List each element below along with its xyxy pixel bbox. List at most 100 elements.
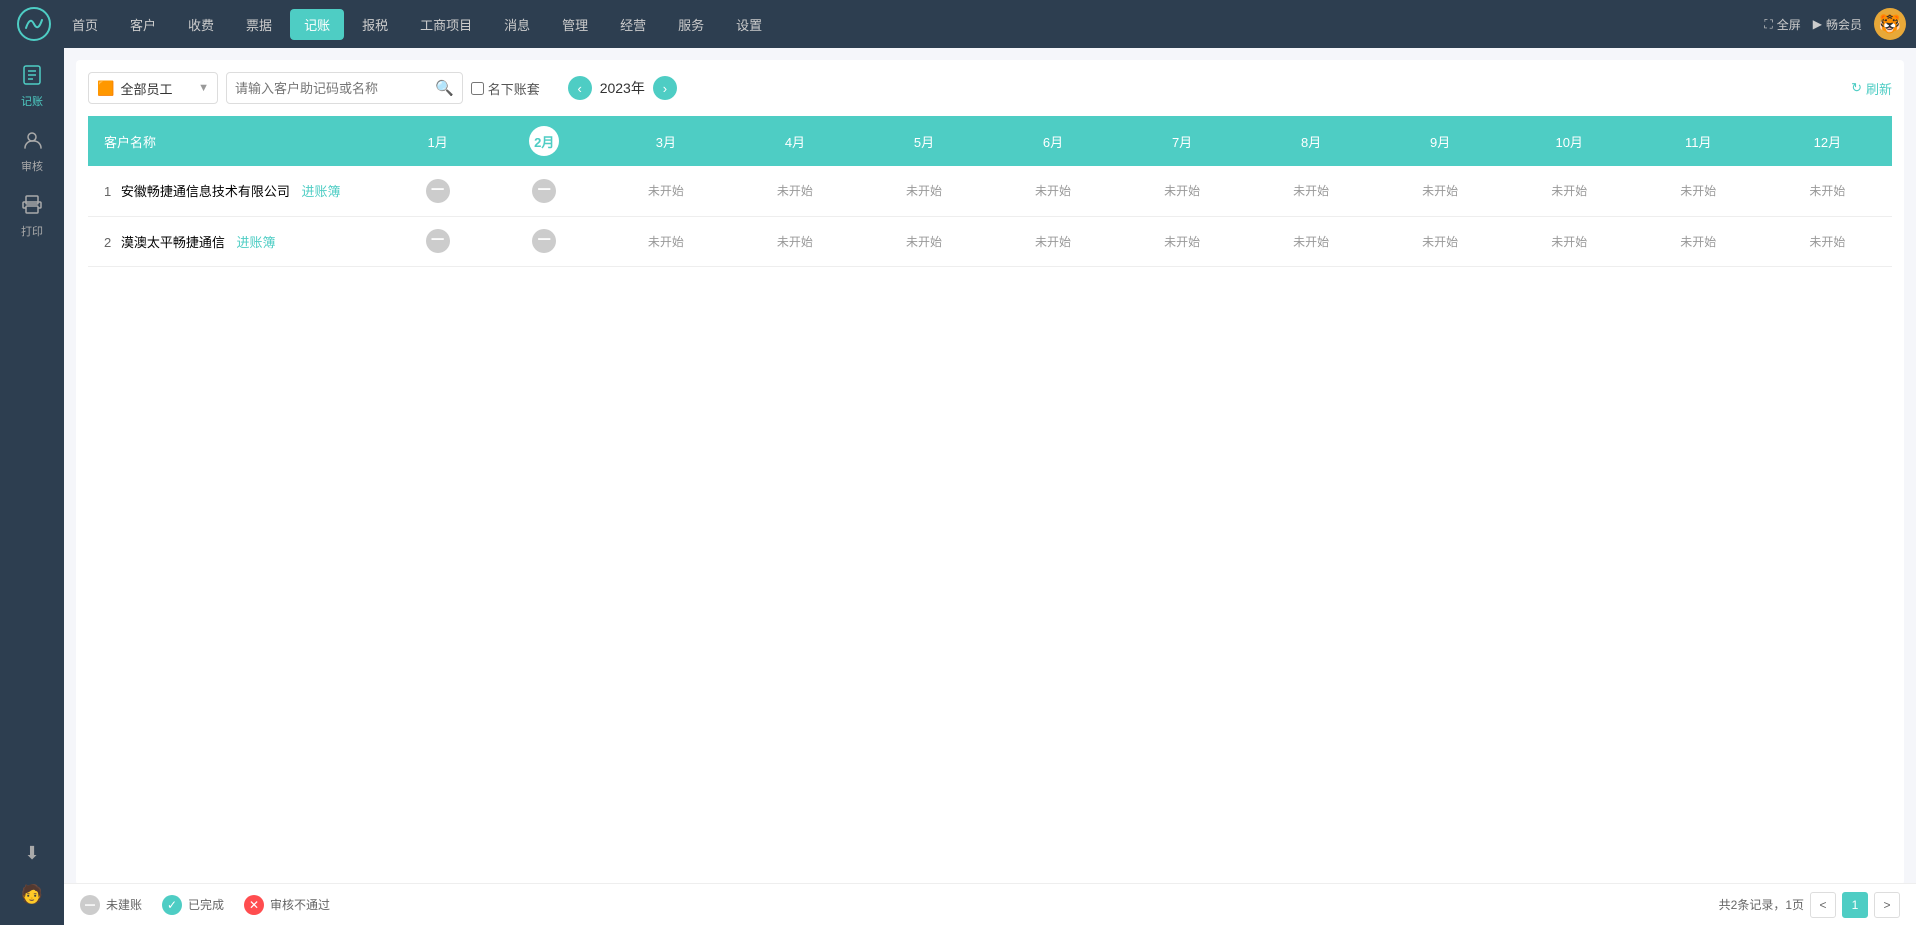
nav-service[interactable]: 服务 [664,9,718,40]
nav-tax[interactable]: 报税 [348,9,402,40]
nav-settings[interactable]: 设置 [722,9,776,40]
row2-oct-status: 未开始 [1551,235,1587,249]
user-avatar[interactable]: 🐯 [1874,8,1906,40]
nav-collection[interactable]: 收费 [174,9,228,40]
legend-completed-label: 已完成 [188,896,224,913]
row1-mar: 未开始 [601,166,730,216]
search-box: 🔍 [226,72,463,104]
fullscreen-icon: ⛶ [1764,17,1772,32]
sidebar-item-accounting[interactable]: 记账 [4,56,60,117]
legend-completed: ✓ 已完成 [162,895,224,915]
col-header-oct: 10月 [1505,116,1634,166]
row2-company-name: 漠澳太平畅捷通信 [121,235,225,250]
nav-operation[interactable]: 经营 [606,9,660,40]
nav-home[interactable]: 首页 [58,9,112,40]
nav-accounting[interactable]: 记账 [290,9,344,40]
nav-items: 首页 客户 收费 票据 记账 报税 工商项目 消息 管理 经营 服务 设置 [58,9,1764,40]
row2-jun-status: 未开始 [1035,235,1071,249]
total-records-text: 共2条记录，1页 [1719,896,1804,913]
row2-may: 未开始 [859,216,988,266]
row2-apr: 未开始 [730,216,859,266]
audit-icon [21,129,43,154]
row1-jun-status: 未开始 [1035,184,1071,198]
vip-button[interactable]: ▶ 畅会员 [1813,16,1862,33]
col-header-may: 5月 [859,116,988,166]
sidebar-support[interactable]: 🧑 [4,876,60,913]
nav-customer[interactable]: 客户 [116,9,170,40]
next-page-button[interactable]: > [1874,892,1900,918]
toolbar: 🟧 全部员工 ▼ 🔍 名下账套 ‹ 2023年 › [88,72,1892,104]
row2-mar: 未开始 [601,216,730,266]
sidebar-item-audit[interactable]: 审核 [4,121,60,182]
col-header-nov: 11月 [1634,116,1763,166]
row1-nov: 未开始 [1634,166,1763,216]
row2-aug: 未开始 [1247,216,1376,266]
employee-select[interactable]: 🟧 全部员工 ▼ [88,72,218,104]
row1-aug: 未开始 [1247,166,1376,216]
print-icon [21,194,43,219]
row2-dec: 未开始 [1763,216,1892,266]
checkbox-label[interactable]: 名下账套 [471,79,540,98]
search-input[interactable] [227,77,427,100]
row2-nov-status: 未开始 [1680,235,1716,249]
col-header-jan: 1月 [388,116,487,166]
content-area: 🟧 全部员工 ▼ 🔍 名下账套 ‹ 2023年 › [64,48,1916,925]
row2-sep-status: 未开始 [1422,235,1458,249]
legend-rejected: ✕ 审核不通过 [244,895,330,915]
row2-sep: 未开始 [1376,216,1505,266]
prev-page-button[interactable]: < [1810,892,1836,918]
pagination: 共2条记录，1页 < 1 > [1719,892,1900,918]
row1-sep-status: 未开始 [1422,184,1458,198]
row2-jul-status: 未开始 [1164,235,1200,249]
employee-select-text: 全部员工 [120,79,172,98]
col-header-sep: 9月 [1376,116,1505,166]
col-header-dec: 12月 [1763,116,1892,166]
nav-management[interactable]: 管理 [548,9,602,40]
nav-message[interactable]: 消息 [490,9,544,40]
table-body: 1 安徽畅捷通信息技术有限公司 进账簿 － － 未开始 未开始 [88,166,1892,266]
nav-invoice[interactable]: 票据 [232,9,286,40]
legend-rejected-label: 审核不通过 [270,896,330,913]
row1-company-name: 安徽畅捷通信息技术有限公司 [121,184,290,199]
row1-feb-status: － [532,179,556,203]
chevron-down-icon: ▼ [198,82,209,94]
row1-jun: 未开始 [989,166,1118,216]
sidebar-download[interactable]: ⬇ [4,835,60,872]
prev-year-button[interactable]: ‹ [568,76,592,100]
row1-enter-ledger-link[interactable]: 进账簿 [302,184,341,199]
row2-name-cell: 2 漠澳太平畅捷通信 进账簿 [88,216,388,266]
row1-name-cell: 1 安徽畅捷通信息技术有限公司 进账簿 [88,166,388,216]
next-year-button[interactable]: › [653,76,677,100]
table-row: 2 漠澳太平畅捷通信 进账簿 － － 未开始 未开始 [88,216,1892,266]
row1-nov-status: 未开始 [1680,184,1716,198]
accounting-icon [21,64,43,89]
row1-feb: － [487,166,601,216]
main-layout: 记账 审核 打印 ⬇ [0,48,1916,925]
nav-business[interactable]: 工商项目 [406,9,486,40]
row1-dec-status: 未开始 [1809,184,1845,198]
col-header-name: 客户名称 [88,116,388,166]
sidebar-accounting-label: 记账 [21,93,43,109]
top-nav-right: ⛶ 全屏 ▶ 畅会员 🐯 [1764,8,1906,40]
row2-enter-ledger-link[interactable]: 进账簿 [237,235,276,250]
legend-not-built-label: 未建账 [106,896,142,913]
row1-may: 未开始 [859,166,988,216]
current-page-button[interactable]: 1 [1842,892,1868,918]
search-button[interactable]: 🔍 [427,79,462,97]
fullscreen-button[interactable]: ⛶ 全屏 [1764,16,1800,33]
sidebar-item-print[interactable]: 打印 [4,186,60,247]
refresh-button[interactable]: ↻ 刷新 [1851,79,1892,98]
table-header-row: 客户名称 1月 2月 3月 4月 5月 6月 7月 8月 9月 [88,116,1892,166]
row2-jul: 未开始 [1118,216,1247,266]
row2-jun: 未开始 [989,216,1118,266]
row1-mar-status: 未开始 [648,184,684,198]
my-accounts-checkbox[interactable] [471,82,484,95]
row2-oct: 未开始 [1505,216,1634,266]
row1-sep: 未开始 [1376,166,1505,216]
row2-dec-status: 未开始 [1809,235,1845,249]
app-logo [10,0,58,48]
row1-num: 1 [104,184,111,199]
legend-red-icon: ✕ [244,895,264,915]
row1-oct-status: 未开始 [1551,184,1587,198]
row1-oct: 未开始 [1505,166,1634,216]
